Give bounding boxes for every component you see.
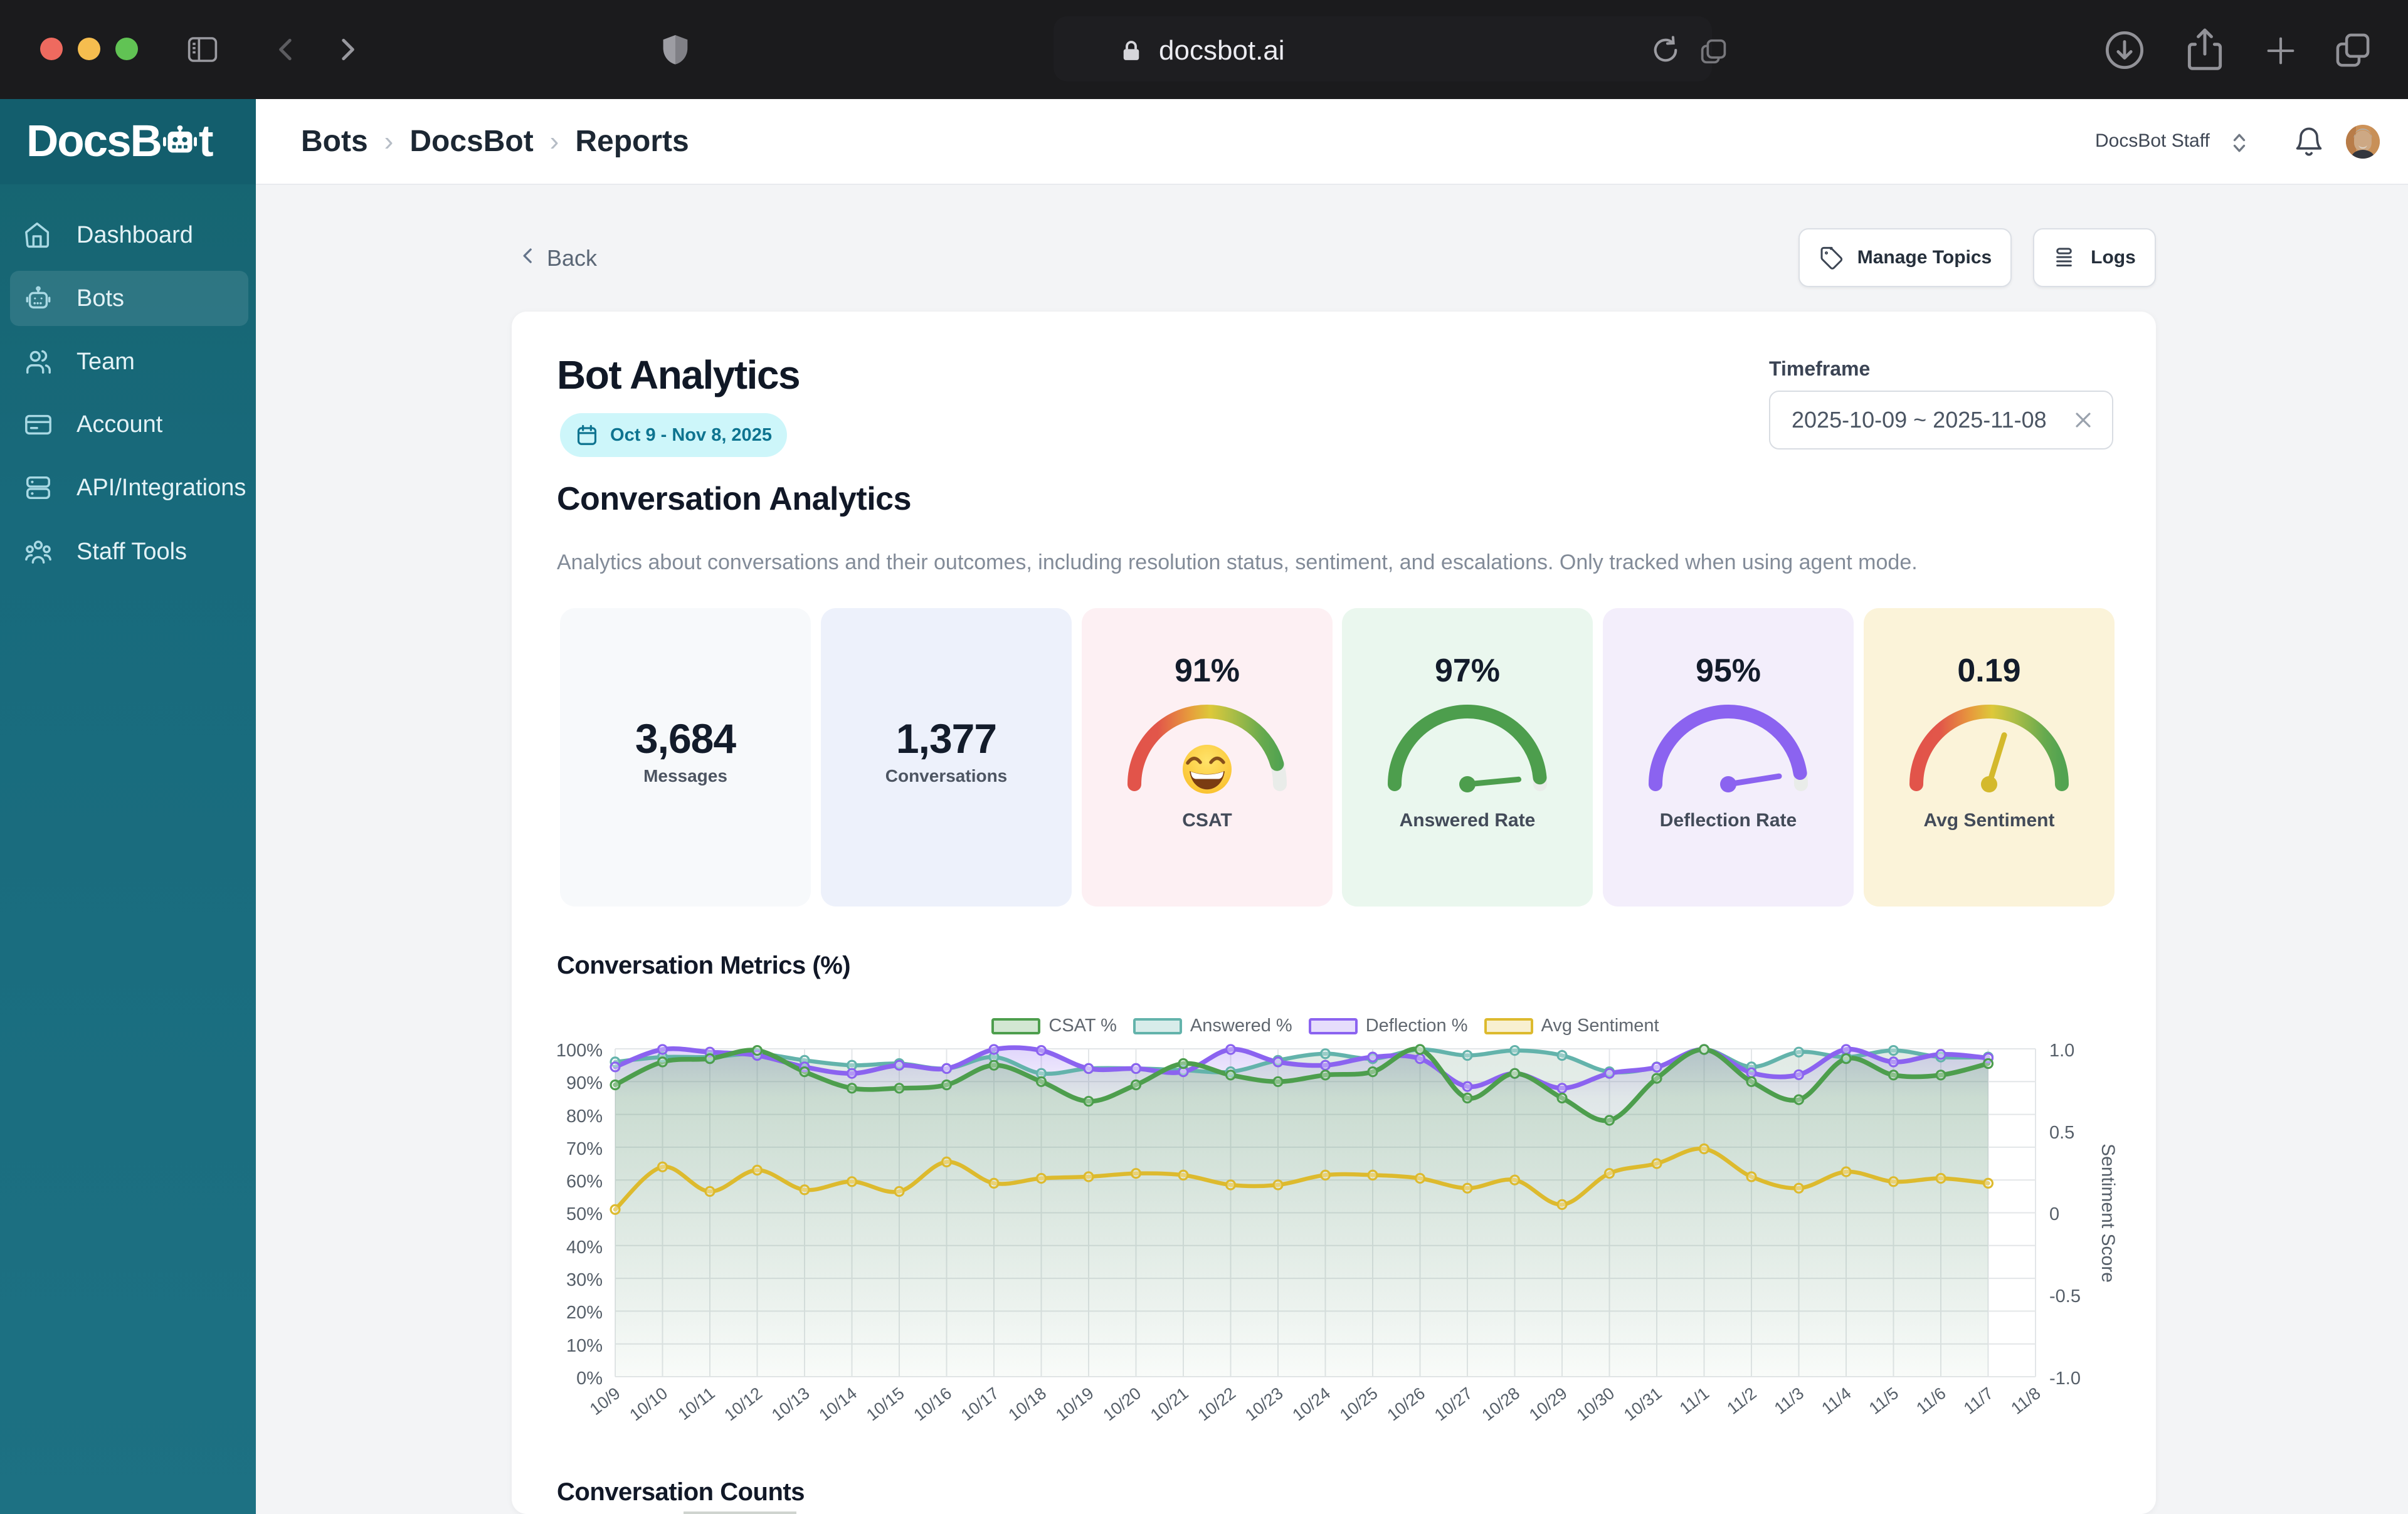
svg-text:40%: 40%: [566, 1238, 603, 1258]
svg-text:10/12: 10/12: [721, 1384, 766, 1424]
svg-text:10/31: 10/31: [1620, 1384, 1666, 1424]
svg-text:10/24: 10/24: [1289, 1384, 1334, 1424]
svg-text:60%: 60%: [566, 1172, 603, 1192]
svg-text:10/23: 10/23: [1242, 1384, 1287, 1424]
svg-text:1.0: 1.0: [2049, 1041, 2074, 1061]
svg-text:11/3: 11/3: [1771, 1384, 1807, 1418]
svg-text:20%: 20%: [566, 1303, 603, 1323]
svg-text:10/21: 10/21: [1147, 1384, 1192, 1424]
svg-text:11/8: 11/8: [2007, 1384, 2044, 1418]
svg-text:11/2: 11/2: [1723, 1384, 1760, 1418]
svg-text:10/18: 10/18: [1005, 1384, 1050, 1424]
svg-text:10/9: 10/9: [586, 1384, 624, 1419]
svg-text:10/19: 10/19: [1052, 1384, 1097, 1424]
svg-text:10/17: 10/17: [958, 1384, 1003, 1424]
svg-text:70%: 70%: [566, 1139, 603, 1159]
svg-text:10/28: 10/28: [1478, 1384, 1523, 1424]
svg-text:90%: 90%: [566, 1073, 603, 1093]
svg-text:10/20: 10/20: [1099, 1384, 1144, 1424]
svg-text:10/11: 10/11: [675, 1384, 719, 1424]
svg-text:10/25: 10/25: [1336, 1384, 1381, 1424]
svg-text:11/5: 11/5: [1866, 1384, 1902, 1418]
svg-text:100%: 100%: [556, 1041, 603, 1061]
svg-text:10/22: 10/22: [1194, 1384, 1239, 1424]
svg-text:30%: 30%: [566, 1270, 603, 1290]
svg-text:10/30: 10/30: [1573, 1384, 1618, 1424]
svg-text:Sentiment Score: Sentiment Score: [2098, 1143, 2118, 1283]
svg-text:10%: 10%: [566, 1336, 603, 1356]
svg-text:50%: 50%: [566, 1204, 603, 1224]
svg-text:0.5: 0.5: [2049, 1123, 2074, 1143]
svg-text:10/14: 10/14: [815, 1384, 860, 1424]
svg-text:0%: 0%: [576, 1369, 603, 1389]
svg-text:80%: 80%: [566, 1107, 603, 1127]
svg-text:11/4: 11/4: [1818, 1384, 1854, 1418]
svg-text:11/6: 11/6: [1913, 1384, 1949, 1418]
svg-text:10/16: 10/16: [910, 1384, 955, 1424]
svg-text:11/1: 11/1: [1676, 1384, 1713, 1418]
svg-text:10/10: 10/10: [626, 1384, 671, 1424]
svg-text:11/7: 11/7: [1960, 1384, 1997, 1418]
svg-text:0: 0: [2049, 1204, 2059, 1224]
svg-text:10/15: 10/15: [863, 1384, 908, 1424]
svg-text:-1.0: -1.0: [2049, 1369, 2081, 1389]
svg-text:10/29: 10/29: [1526, 1384, 1571, 1424]
svg-text:10/27: 10/27: [1431, 1384, 1476, 1424]
svg-text:-0.5: -0.5: [2049, 1286, 2081, 1306]
svg-text:10/13: 10/13: [768, 1384, 813, 1424]
svg-text:10/26: 10/26: [1383, 1384, 1428, 1424]
